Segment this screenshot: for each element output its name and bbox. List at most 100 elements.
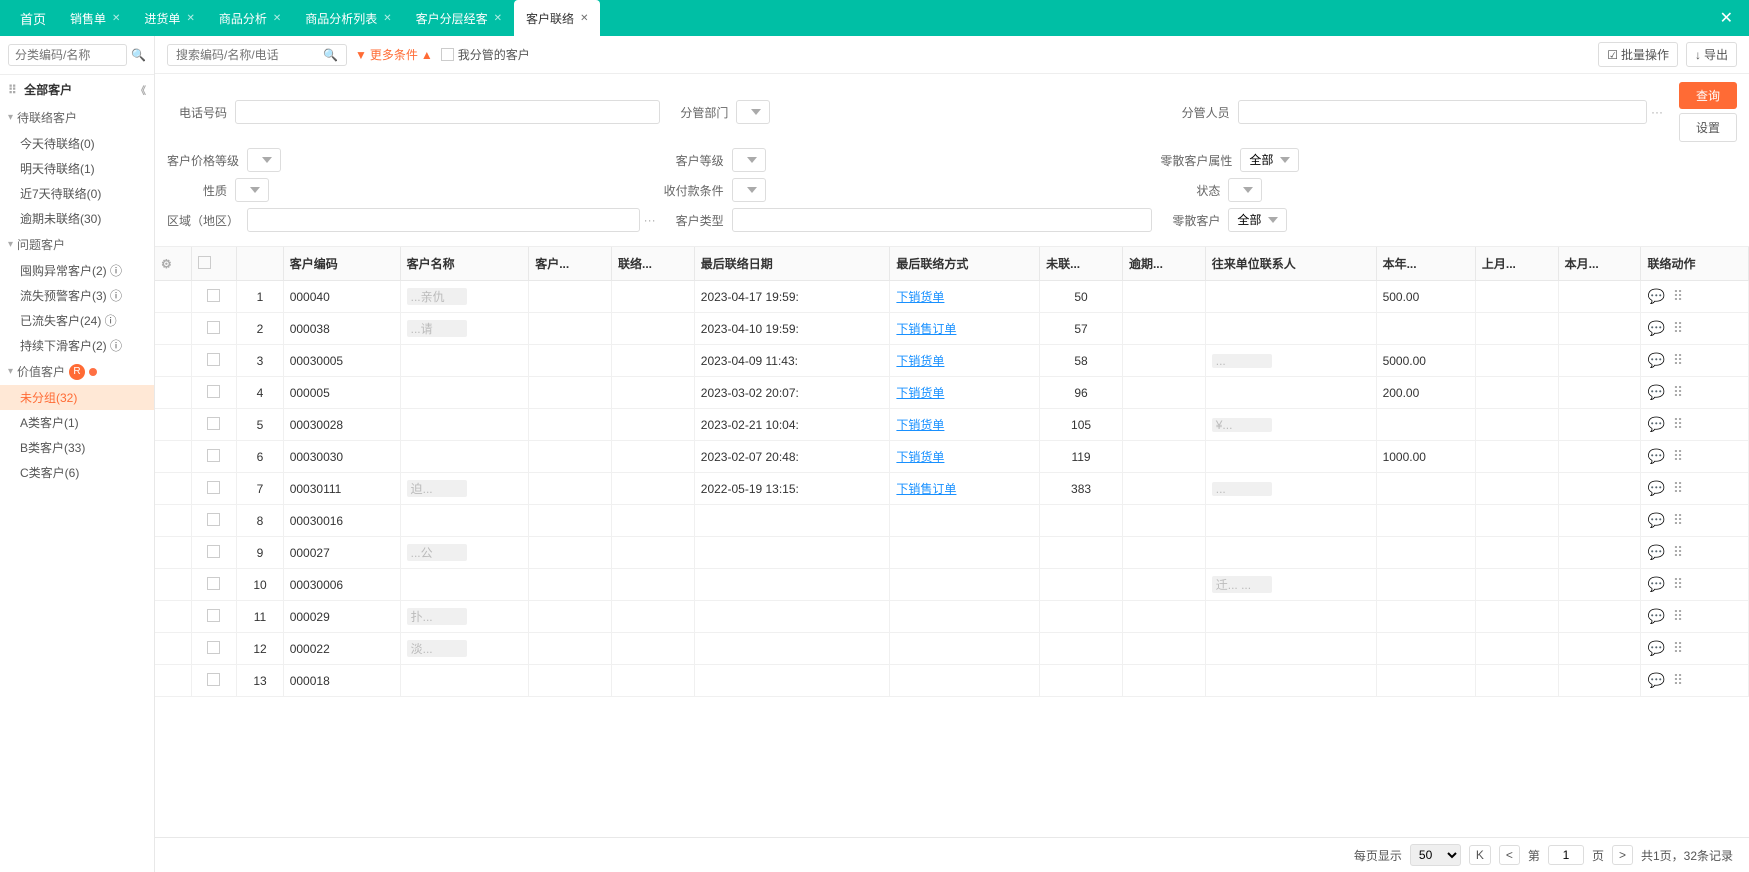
sidebar-item-7days[interactable]: 近7天待联络(0) (0, 181, 154, 206)
col-this-year-header[interactable]: 本年... (1376, 247, 1475, 281)
message-icon[interactable]: 💬 (1647, 448, 1664, 465)
region-input[interactable] (247, 208, 640, 232)
nature-select[interactable] (235, 178, 269, 202)
col-this-month-header[interactable]: 本月... (1558, 247, 1641, 281)
row-checkbox[interactable] (207, 321, 220, 334)
more-action-icon[interactable]: ⠿ (1673, 448, 1683, 465)
sidebar-group-value[interactable]: ▾ 价值客户 R (0, 358, 154, 385)
col-not-contacted-header[interactable]: 未联... (1040, 247, 1123, 281)
next-page-button[interactable]: > (1612, 845, 1633, 865)
more-action-icon[interactable]: ⠿ (1673, 384, 1683, 401)
nav-tab-product-analysis-list[interactable]: 商品分析列表 ✕ (293, 0, 403, 36)
region-more-icon[interactable]: ··· (644, 213, 656, 227)
col-name-header[interactable]: 客户名称 (400, 247, 529, 281)
col-checkbox-header[interactable] (191, 247, 237, 281)
status-select[interactable] (1228, 178, 1262, 202)
sidebar-group-problem[interactable]: ▾ 问题客户 (0, 231, 154, 258)
message-icon[interactable]: 💬 (1647, 544, 1664, 561)
col-last-contact-method-header[interactable]: 最后联络方式 (890, 247, 1040, 281)
contact-method-link[interactable]: 下销售订单 (896, 322, 956, 336)
contact-method-link[interactable]: 下销货单 (896, 450, 944, 464)
message-icon[interactable]: 💬 (1647, 640, 1664, 657)
row-checkbox[interactable] (207, 289, 220, 302)
customer-level-select[interactable] (732, 148, 766, 172)
message-icon[interactable]: 💬 (1647, 672, 1664, 689)
message-icon[interactable]: 💬 (1647, 288, 1664, 305)
per-page-select[interactable]: 50 100 (1410, 844, 1461, 866)
row-checkbox[interactable] (207, 641, 220, 654)
more-action-icon[interactable]: ⠿ (1673, 480, 1683, 497)
row-checkbox[interactable] (207, 513, 220, 526)
row-checkbox[interactable] (207, 609, 220, 622)
sidebar-item-abnormal[interactable]: 囤购异常客户(2) ⓘ (0, 258, 154, 283)
row-checkbox[interactable] (207, 385, 220, 398)
sidebar-item-b-class[interactable]: B类客户(33) (0, 435, 154, 460)
nav-tab-purchase[interactable]: 进货单 ✕ (132, 0, 206, 36)
col-type-header[interactable]: 客户... (529, 247, 612, 281)
more-action-icon[interactable]: ⠿ (1673, 512, 1683, 529)
price-level-select[interactable] (247, 148, 281, 172)
more-action-icon[interactable]: ⠿ (1673, 352, 1683, 369)
message-icon[interactable]: 💬 (1647, 512, 1664, 529)
sidebar-item-c-class[interactable]: C类客户(6) (0, 460, 154, 485)
nav-tab-sales[interactable]: 销售单 ✕ (58, 0, 132, 36)
select-all-checkbox[interactable] (198, 256, 211, 269)
page-input[interactable] (1548, 845, 1584, 865)
col-last-contact-date-header[interactable]: 最后联络日期 (694, 247, 890, 281)
col-contact-header[interactable]: 联络... (611, 247, 694, 281)
row-checkbox[interactable] (207, 577, 220, 590)
query-button[interactable]: 查询 (1679, 82, 1737, 109)
contact-method-link[interactable]: 下销货单 (896, 290, 944, 304)
nav-home[interactable]: 首页 (8, 9, 58, 28)
close-icon[interactable]: ✕ (112, 13, 120, 24)
sidebar-item-churn-warning[interactable]: 流失预警客户(3) ⓘ (0, 283, 154, 308)
search-icon[interactable]: 🔍 (131, 48, 146, 62)
sidebar-item-overdue[interactable]: 逾期未联络(30) (0, 206, 154, 231)
more-action-icon[interactable]: ⠿ (1673, 672, 1683, 689)
nav-tab-customer-segment[interactable]: 客户分层经客 ✕ (404, 0, 514, 36)
contact-method-link[interactable]: 下销货单 (896, 418, 944, 432)
message-icon[interactable]: 💬 (1647, 384, 1664, 401)
prev-page-button[interactable]: < (1499, 845, 1520, 865)
more-action-icon[interactable]: ⠿ (1673, 320, 1683, 337)
row-checkbox[interactable] (207, 353, 220, 366)
sidebar-item-ungroup[interactable]: 未分组(32) (0, 385, 154, 410)
message-icon[interactable]: 💬 (1647, 416, 1664, 433)
row-checkbox[interactable] (207, 449, 220, 462)
more-icon[interactable]: ··· (1651, 105, 1663, 119)
window-close-button[interactable]: ✕ (1712, 8, 1741, 28)
more-conditions-button[interactable]: ▼ 更多条件 ▲ (355, 46, 433, 63)
col-code-header[interactable]: 客户编码 (283, 247, 400, 281)
more-action-icon[interactable]: ⠿ (1673, 288, 1683, 305)
my-customers-checkbox[interactable] (441, 48, 454, 61)
more-action-icon[interactable]: ⠿ (1673, 576, 1683, 593)
row-checkbox[interactable] (207, 417, 220, 430)
sidebar-group-pending[interactable]: ▾ 待联络客户 (0, 104, 154, 131)
nav-tab-product-analysis[interactable]: 商品分析 ✕ (207, 0, 293, 36)
scattered-attr-select[interactable]: 全部 (1240, 148, 1299, 172)
nav-tab-customer-contact[interactable]: 客户联络 ✕ (514, 0, 600, 36)
scattered-select[interactable]: 全部 (1228, 208, 1287, 232)
message-icon[interactable]: 💬 (1647, 352, 1664, 369)
sidebar-item-tomorrow[interactable]: 明天待联络(1) (0, 156, 154, 181)
close-icon[interactable]: ✕ (494, 13, 502, 24)
close-icon[interactable]: ✕ (273, 13, 281, 24)
contact-method-link[interactable]: 下销售订单 (896, 482, 956, 496)
col-settings[interactable]: ⚙ (155, 247, 191, 281)
customer-type-input[interactable] (732, 208, 1153, 232)
collapse-button[interactable]: 《 (136, 82, 146, 97)
batch-operations-button[interactable]: ☑ 批量操作 (1598, 42, 1678, 67)
first-page-button[interactable]: K (1469, 845, 1491, 865)
reset-button[interactable]: 设置 (1679, 113, 1737, 142)
sidebar-all-customers[interactable]: ⠿ 全部客户 《 (0, 75, 154, 104)
col-last-month-header[interactable]: 上月... (1475, 247, 1558, 281)
department-select[interactable] (736, 100, 770, 124)
row-checkbox[interactable] (207, 673, 220, 686)
more-action-icon[interactable]: ⠿ (1673, 640, 1683, 657)
more-action-icon[interactable]: ⠿ (1673, 416, 1683, 433)
manager-input[interactable] (1238, 100, 1647, 124)
row-checkbox[interactable] (207, 481, 220, 494)
settings-icon[interactable]: ⚙ (161, 257, 172, 271)
phone-input[interactable] (235, 100, 660, 124)
message-icon[interactable]: 💬 (1647, 480, 1664, 497)
